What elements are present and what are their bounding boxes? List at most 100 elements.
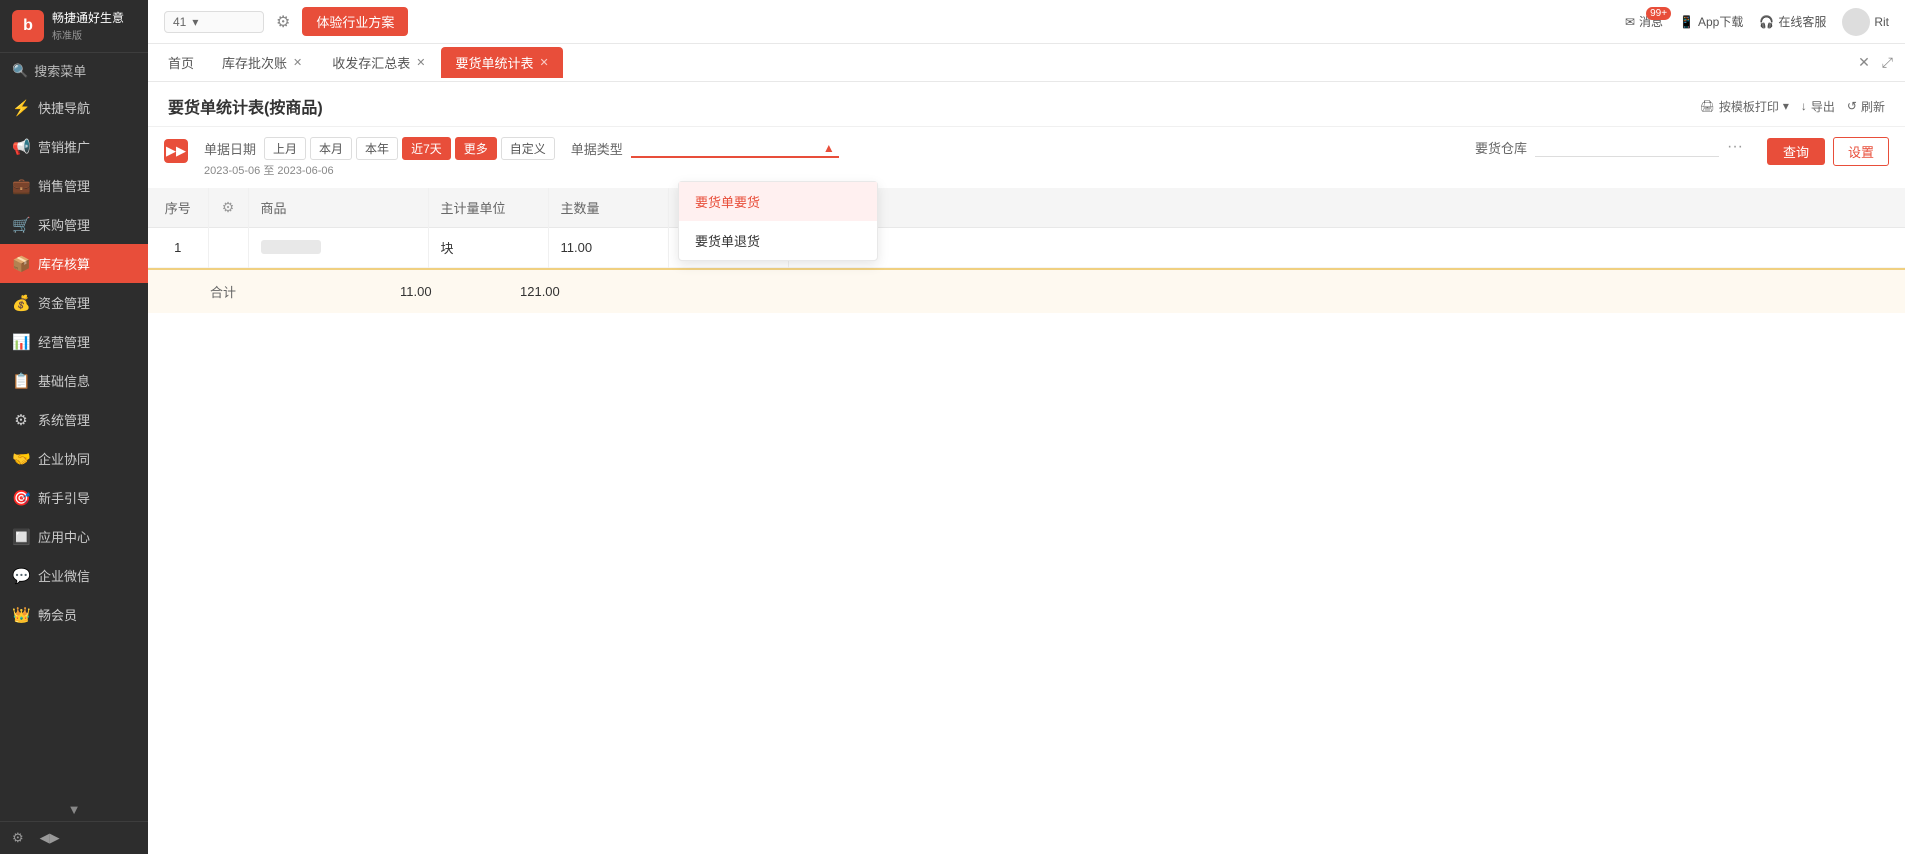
table-header-row: 序号 ⚙ 商品 主计量单位 主数量 零售金额 xyxy=(148,188,1905,228)
dropdown-item-requisition-return[interactable]: 要货单退货 xyxy=(679,221,877,260)
dropdown-item-requisition[interactable]: 要货单要货 xyxy=(679,182,877,221)
industry-btn[interactable]: 体验行业方案 xyxy=(302,7,408,36)
sidebar-item-purchase[interactable]: 🛒 采购管理 xyxy=(0,205,148,244)
date-btn-this-year[interactable]: 本年 xyxy=(356,137,398,160)
header-left: 41 ▾ ⚙ 体验行业方案 xyxy=(164,7,408,36)
headset-icon: 🎧 xyxy=(1759,15,1774,29)
logo-icon: b xyxy=(12,10,44,42)
sidebar-item-wechat[interactable]: 💬 企业微信 xyxy=(0,556,148,595)
sidebar-item-shortcut[interactable]: ⚡ 快捷导航 xyxy=(0,88,148,127)
tab-home[interactable]: 首页 xyxy=(156,47,206,78)
sidebar-item-sales[interactable]: 💼 销售管理 xyxy=(0,166,148,205)
user-avatar[interactable]: Rit xyxy=(1842,8,1889,36)
cell-product xyxy=(248,228,428,268)
search-icon: 🔍 xyxy=(12,63,28,79)
phone-icon: 📱 xyxy=(1679,15,1694,29)
export-icon: ↓ xyxy=(1801,99,1807,113)
refresh-action[interactable]: ↺ 刷新 xyxy=(1847,98,1885,115)
sidebar-search[interactable]: 🔍 搜索菜单 xyxy=(0,53,148,88)
sidebar-logo: b 畅捷通好生意 标准版 xyxy=(0,0,148,53)
col-header-product: 商品 xyxy=(248,188,428,228)
search-button[interactable]: 查询 xyxy=(1767,138,1825,165)
logo-name: 畅捷通好生意 xyxy=(52,10,124,27)
sidebar-nav: ⚡ 快捷导航 📢 营销推广 💼 销售管理 🛒 采购管理 📦 库存核算 💰 资金管… xyxy=(0,88,148,798)
print-action[interactable]: 🖨 按模板打印 ▾ xyxy=(1700,98,1789,115)
table-row: 1 块 11.00 121.00 xyxy=(148,228,1905,268)
sidebar-item-guide[interactable]: 🎯 新手引导 xyxy=(0,478,148,517)
sidebar-collapse-button[interactable]: ◀▶ xyxy=(40,830,60,846)
date-filter-group: 单据日期 上月 本月 本年 近7天 更多 自定义 2023-05-06 至 20… xyxy=(204,137,555,178)
tabs-expand-button[interactable]: ⤢ xyxy=(1878,50,1897,75)
footer-qty: 11.00 xyxy=(400,284,520,299)
col-header-unit: 主计量单位 xyxy=(428,188,548,228)
avatar xyxy=(1842,8,1870,36)
sidebar-scroll-down[interactable]: ▼ xyxy=(0,798,148,821)
sales-icon: 💼 xyxy=(12,177,30,195)
sidebar-item-finance[interactable]: 💰 资金管理 xyxy=(0,283,148,322)
app-download-item[interactable]: 📱 App下载 xyxy=(1679,13,1743,30)
tab-close-inventory-batch[interactable]: ✕ xyxy=(293,56,302,69)
sidebar-item-inventory[interactable]: 📦 库存核算 xyxy=(0,244,148,283)
header-right: ✉ 消息 99+ 📱 App下载 🎧 在线客服 Rit xyxy=(1625,8,1889,36)
marketing-icon: 📢 xyxy=(12,138,30,156)
export-action[interactable]: ↓ 导出 xyxy=(1801,98,1835,115)
cell-unit: 块 xyxy=(428,228,548,268)
footer-label: 合计 xyxy=(160,282,400,301)
sidebar: b 畅捷通好生意 标准版 🔍 搜索菜单 ⚡ 快捷导航 📢 营销推广 💼 销售管理… xyxy=(0,0,148,854)
tab-requisition-stats[interactable]: 要货单统计表 ✕ xyxy=(441,47,562,78)
main-content: 41 ▾ ⚙ 体验行业方案 ✉ 消息 99+ 📱 App下载 🎧 在线客服 R xyxy=(148,0,1905,854)
table-footer: 合计 11.00 121.00 xyxy=(148,268,1905,313)
date-label: 单据日期 xyxy=(204,139,256,158)
tabs-bar: 首页 库存批次账 ✕ 收发存汇总表 ✕ 要货单统计表 ✕ ✕ ⤢ xyxy=(148,44,1905,82)
date-btn-last-month[interactable]: 上月 xyxy=(264,137,306,160)
sidebar-item-coop[interactable]: 🤝 企业协同 xyxy=(0,439,148,478)
page-area: 要货单统计表(按商品) 🖨 按模板打印 ▾ ↓ 导出 ↺ 刷新 xyxy=(148,82,1905,854)
tab-inventory-batch[interactable]: 库存批次账 ✕ xyxy=(208,47,316,78)
col-header-qty: 主数量 xyxy=(548,188,668,228)
sidebar-item-operation[interactable]: 📊 经营管理 xyxy=(0,322,148,361)
filter-toggle-btn[interactable]: ▶▶ xyxy=(164,139,188,163)
tab-close-receive-summary[interactable]: ✕ xyxy=(416,56,425,69)
print-arrow-icon: ▾ xyxy=(1783,99,1789,113)
type-label: 单据类型 xyxy=(571,139,623,158)
filter-actions: 查询 设置 xyxy=(1767,137,1889,166)
shortcut-icon: ⚡ xyxy=(12,99,30,117)
date-btn-this-month[interactable]: 本月 xyxy=(310,137,352,160)
type-select-input[interactable] xyxy=(631,137,839,158)
tabs-close-all-button[interactable]: ✕ xyxy=(1854,50,1874,75)
date-btn-more[interactable]: 更多 xyxy=(455,137,497,160)
sidebar-item-member[interactable]: 👑 畅会员 xyxy=(0,595,148,634)
warehouse-label: 要货仓库 xyxy=(1475,138,1527,157)
date-btn-7days[interactable]: 近7天 xyxy=(402,137,451,160)
online-service-item[interactable]: 🎧 在线客服 xyxy=(1759,13,1826,30)
sidebar-item-marketing[interactable]: 📢 营销推广 xyxy=(0,127,148,166)
system-icon: ⚙ xyxy=(12,411,30,429)
messages-badge: 99+ xyxy=(1646,7,1671,20)
sidebar-item-basic[interactable]: 📋 基础信息 xyxy=(0,361,148,400)
logo-sub: 标准版 xyxy=(52,27,124,42)
warehouse-input[interactable] xyxy=(1535,137,1719,157)
settings-icon[interactable]: ⚙ xyxy=(276,12,290,32)
page-title-bar: 要货单统计表(按商品) 🖨 按模板打印 ▾ ↓ 导出 ↺ 刷新 xyxy=(148,82,1905,127)
page-title: 要货单统计表(按商品) xyxy=(168,94,323,118)
date-btn-custom[interactable]: 自定义 xyxy=(501,137,555,160)
tab-close-requisition-stats[interactable]: ✕ xyxy=(540,56,549,69)
top-header: 41 ▾ ⚙ 体验行业方案 ✉ 消息 99+ 📱 App下载 🎧 在线客服 R xyxy=(148,0,1905,44)
settings-column-icon[interactable]: ⚙ xyxy=(222,199,235,215)
data-table: 序号 ⚙ 商品 主计量单位 主数量 零售金额 xyxy=(148,188,1905,268)
sidebar-item-system[interactable]: ⚙ 系统管理 xyxy=(0,400,148,439)
print-icon: 🖨 xyxy=(1700,99,1715,113)
messages-item[interactable]: ✉ 消息 99+ xyxy=(1625,13,1663,30)
type-select-wrapper: ▲ xyxy=(631,137,839,158)
tab-receive-summary[interactable]: 收发存汇总表 ✕ xyxy=(318,47,439,78)
sidebar-settings-button[interactable]: ⚙ xyxy=(12,830,24,846)
page-inner: 要货单统计表(按商品) 🖨 按模板打印 ▾ ↓ 导出 ↺ 刷新 xyxy=(148,82,1905,854)
date-range: 2023-05-06 至 2023-06-06 xyxy=(204,162,555,178)
selector-arrow-icon: ▾ xyxy=(192,15,198,29)
org-selector[interactable]: 41 ▾ xyxy=(164,11,264,33)
guide-icon: 🎯 xyxy=(12,489,30,507)
warehouse-more-icon[interactable]: ··· xyxy=(1727,138,1743,156)
sidebar-item-appstore[interactable]: 🔲 应用中心 xyxy=(0,517,148,556)
setting-button[interactable]: 设置 xyxy=(1833,137,1889,166)
product-name-blurred xyxy=(261,240,321,254)
